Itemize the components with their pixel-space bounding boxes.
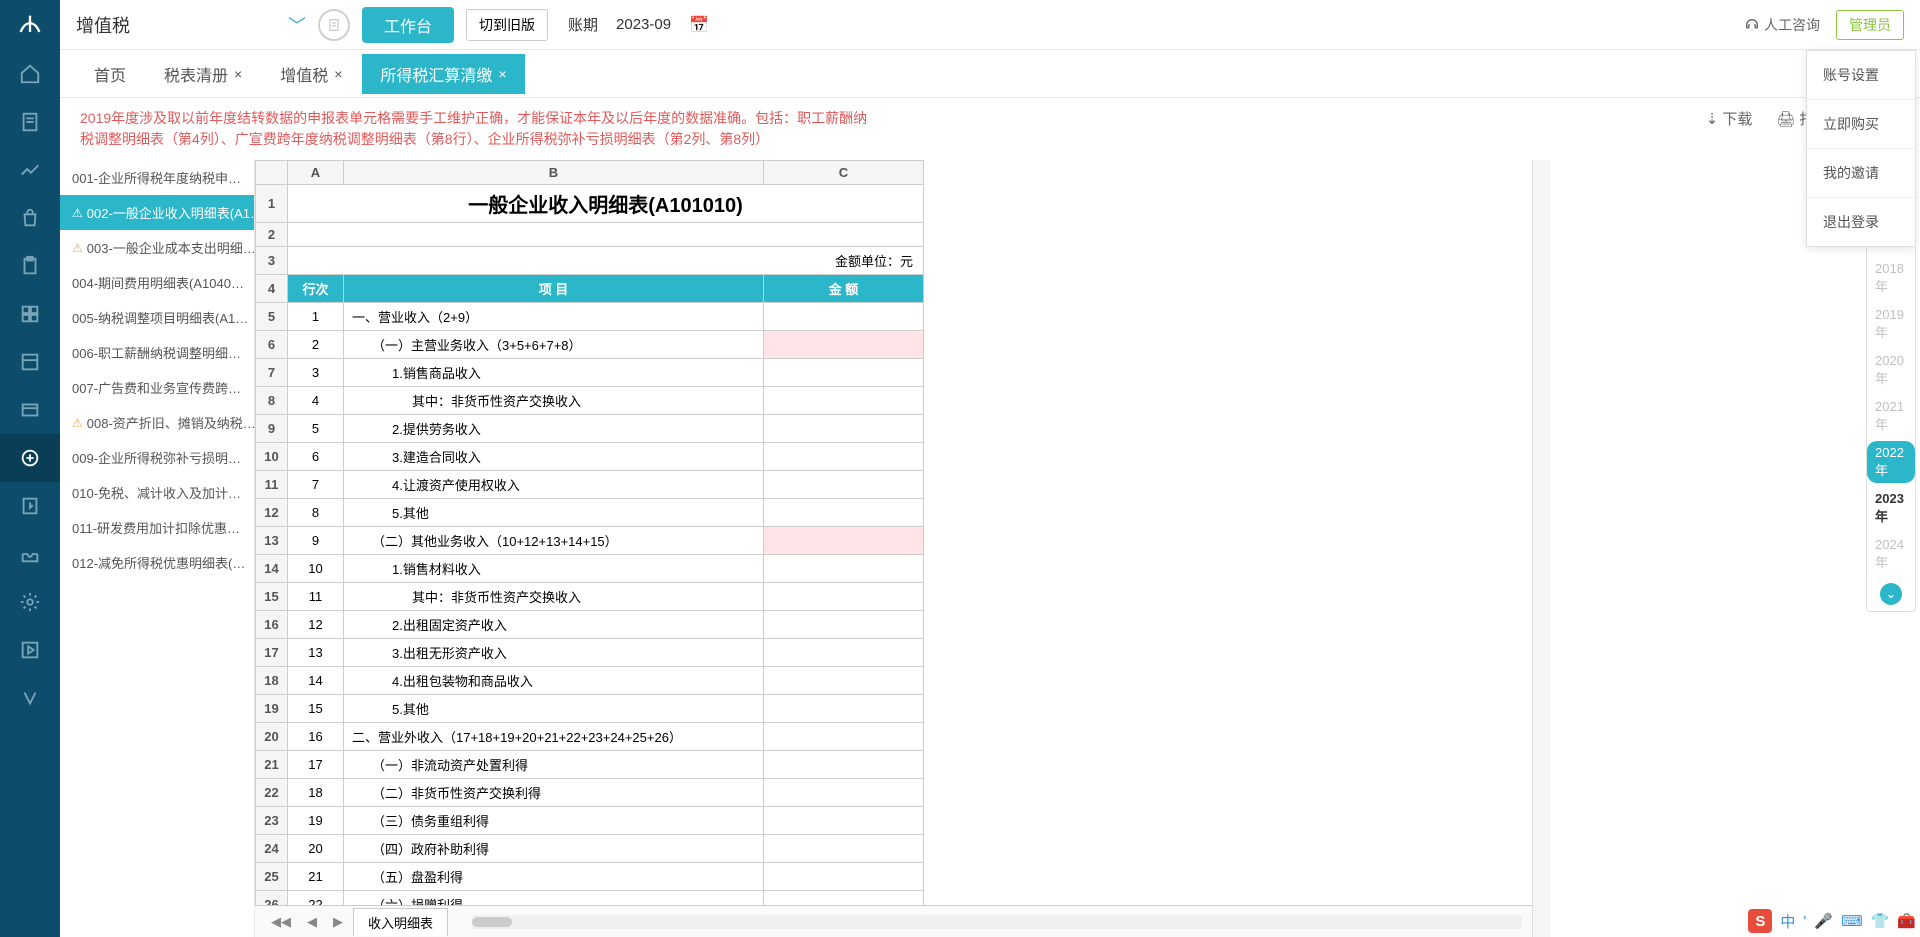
tree-item[interactable]: ⚠002-一般企业收入明细表(A1… [60, 195, 254, 230]
nav-box-icon[interactable] [0, 386, 60, 434]
ime-punct[interactable]: ' [1803, 913, 1806, 930]
tab[interactable]: 增值税× [262, 54, 360, 94]
warning-icon: ⚠ [72, 241, 83, 255]
form-tree: 001-企业所得税年度纳税申…⚠002-一般企业收入明细表(A1…⚠003-一般… [60, 160, 255, 937]
switch-old-button[interactable]: 切到旧版 [466, 9, 548, 41]
sheet-tab[interactable]: 收入明细表 [353, 908, 448, 936]
nav-template-icon[interactable] [0, 338, 60, 386]
tree-item[interactable]: 001-企业所得税年度纳税申… [60, 160, 254, 195]
year-option[interactable]: 2024年 [1867, 533, 1915, 575]
nav-grid-icon[interactable] [0, 290, 60, 338]
period-value[interactable]: 2023-09 [616, 16, 671, 33]
menu-item[interactable]: 立即购买 [1807, 100, 1915, 149]
sheet-nav-next[interactable]: ▶ [327, 914, 349, 930]
ime-tool-icon[interactable]: 🧰 [1897, 912, 1916, 930]
chevron-down-icon: ﹀ [288, 12, 306, 38]
alert-text: 2019年度涉及取以前年度结转数据的申报表单元格需要手工维护正确，才能保证本年及… [80, 108, 880, 150]
year-option[interactable]: 2022年 [1867, 441, 1915, 483]
period-label: 账期 [568, 14, 598, 35]
warning-icon: ⚠ [72, 206, 83, 220]
nav-inbox-icon[interactable] [0, 530, 60, 578]
tree-item[interactable]: 004-期间费用明细表(A1040… [60, 265, 254, 300]
nav-chart-icon[interactable] [0, 146, 60, 194]
tree-item[interactable]: ⚠008-资产折旧、摊销及纳税… [60, 405, 254, 440]
calendar-icon[interactable]: 📅 [689, 15, 709, 35]
warning-icon: ⚠ [72, 416, 83, 430]
nav-home-icon[interactable] [0, 50, 60, 98]
tree-item[interactable]: 010-免税、减计收入及加计… [60, 475, 254, 510]
year-option[interactable]: 2018年 [1867, 257, 1915, 299]
tree-item[interactable]: 007-广告费和业务宣传费跨… [60, 370, 254, 405]
nav-export-icon[interactable] [0, 482, 60, 530]
ime-toolbar: S 中 ' 🎤 ⌨ 👕 🧰 [1748, 909, 1916, 933]
nav-doc-icon[interactable] [0, 98, 60, 146]
ime-skin-icon[interactable]: 👕 [1871, 912, 1890, 930]
close-icon[interactable]: × [334, 66, 342, 82]
nav-tax-icon[interactable] [0, 434, 60, 482]
download-button[interactable]: ⇣ 下载 [1706, 108, 1753, 129]
ime-mic-icon[interactable]: 🎤 [1814, 912, 1833, 930]
vertical-scrollbar[interactable] [1532, 160, 1550, 937]
left-sidebar [0, 0, 60, 937]
close-icon[interactable]: × [498, 66, 506, 82]
ime-badge[interactable]: S [1748, 909, 1772, 933]
topbar: 增值税 ﹀ 工作台 切到旧版 账期 2023-09 📅 人工咨询 管理员 [60, 0, 1920, 50]
menu-item[interactable]: 账号设置 [1807, 51, 1915, 100]
tree-item[interactable]: 009-企业所得税弥补亏损明… [60, 440, 254, 475]
menu-item[interactable]: 我的邀请 [1807, 149, 1915, 198]
nav-bag-icon[interactable] [0, 194, 60, 242]
tree-item[interactable]: 012-减免所得税优惠明细表(… [60, 545, 254, 580]
sheet-nav-prev[interactable]: ◀ [301, 914, 323, 930]
tab[interactable]: 税表清册× [146, 54, 260, 94]
tab[interactable]: 所得税汇算清缴× [362, 54, 524, 94]
nav-settings-icon[interactable] [0, 578, 60, 626]
year-option[interactable]: 2023年 [1867, 487, 1915, 529]
ime-keyboard-icon[interactable]: ⌨ [1841, 912, 1863, 930]
menu-item[interactable]: 退出登录 [1807, 198, 1915, 246]
tax-type-dropdown[interactable]: 增值税 ﹀ [76, 12, 306, 38]
chevron-down-icon[interactable]: ⌄ [1880, 583, 1902, 605]
tab[interactable]: 首页 [76, 54, 144, 94]
tree-item[interactable]: 005-纳税调整项目明细表(A1… [60, 300, 254, 335]
app-logo [0, 0, 60, 50]
sheet-nav-first[interactable]: ◀◀ [265, 914, 297, 930]
consult-button[interactable]: 人工咨询 [1744, 15, 1820, 35]
year-option[interactable]: 2019年 [1867, 303, 1915, 345]
dropdown-label: 增值税 [76, 12, 130, 38]
spreadsheet[interactable]: ABC1一般企业收入明细表(A101010)23金额单位：元4行次项 目金 额5… [255, 160, 924, 905]
tree-item[interactable]: ⚠003-一般企业成本支出明细… [60, 230, 254, 265]
nav-clipboard-icon[interactable] [0, 242, 60, 290]
horizontal-scrollbar[interactable] [472, 915, 1522, 929]
page-tabs: 首页税表清册×增值税×所得税汇算清缴× [60, 50, 1920, 98]
admin-button[interactable]: 管理员 [1836, 10, 1904, 40]
year-option[interactable]: 2020年 [1867, 349, 1915, 391]
tree-item[interactable]: 006-职工薪酬纳税调整明细… [60, 335, 254, 370]
workspace-button[interactable]: 工作台 [362, 7, 454, 43]
ime-lang[interactable]: 中 [1780, 911, 1795, 932]
nav-v-icon[interactable] [0, 674, 60, 722]
nav-play-icon[interactable] [0, 626, 60, 674]
sheet-tabbar: ◀◀ ◀ ▶ 收入明细表 [255, 905, 1532, 937]
round-doc-button[interactable] [318, 9, 350, 41]
year-option[interactable]: 2021年 [1867, 395, 1915, 437]
user-dropdown-menu: 账号设置立即购买我的邀请退出登录 [1806, 50, 1916, 247]
close-icon[interactable]: × [234, 66, 242, 82]
tree-item[interactable]: 011-研发费用加计扣除优惠… [60, 510, 254, 545]
